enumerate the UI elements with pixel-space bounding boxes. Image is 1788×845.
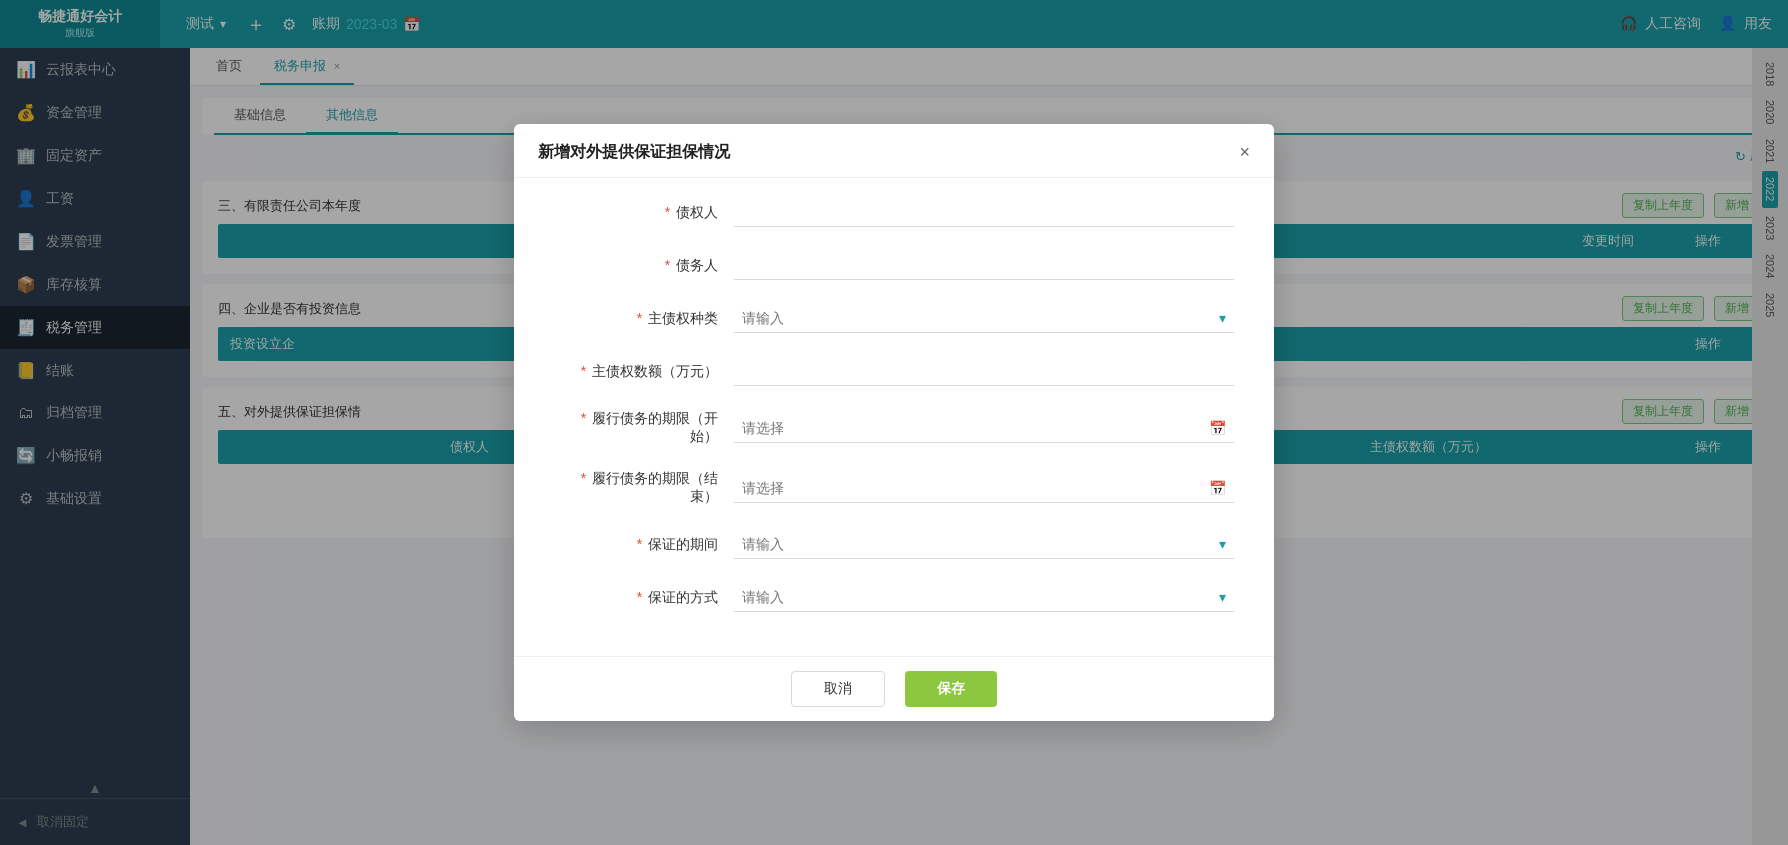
input-zhaiquanren[interactable] bbox=[734, 198, 1234, 227]
modal-body: * 债权人 * 债务人 * bbox=[514, 178, 1274, 656]
modal-dialog: 新增对外提供保证担保情况 × * 债权人 * 债务人 bbox=[514, 124, 1274, 721]
chevron-down-icon-2[interactable]: ▾ bbox=[1219, 536, 1234, 552]
label-zhuzhaiquanzhonglei: * 主债权种类 bbox=[554, 310, 734, 328]
input-wrap-zhuzhaiquanshue bbox=[734, 357, 1234, 386]
date-wrap-end: 📅 bbox=[734, 474, 1234, 503]
input-wrap-zhaiwuren bbox=[734, 251, 1234, 280]
select-zhuzhaiquanzhonglei[interactable] bbox=[734, 304, 1219, 332]
modal-footer: 取消 保存 bbox=[514, 656, 1274, 721]
label-lvxingqixian-start: * 履行债务的期限（开始） bbox=[554, 410, 734, 446]
select-wrap-baozheng-fangshi: ▾ bbox=[734, 583, 1234, 612]
form-row-baozheng-fangshi: * 保证的方式 ▾ bbox=[554, 583, 1234, 612]
modal-title: 新增对外提供保证担保情况 bbox=[538, 142, 730, 163]
input-wrap-zhaiquanren bbox=[734, 198, 1234, 227]
form-row-zhaiquanren: * 债权人 bbox=[554, 198, 1234, 227]
form-row-zhuzhaiquanzhonglei: * 主债权种类 ▾ bbox=[554, 304, 1234, 333]
modal-overlay: 新增对外提供保证担保情况 × * 债权人 * 债务人 bbox=[0, 0, 1788, 845]
label-lvxingqixian-end: * 履行债务的期限（结束） bbox=[554, 470, 734, 506]
label-zhaiwuren: * 债务人 bbox=[554, 257, 734, 275]
chevron-down-icon-3[interactable]: ▾ bbox=[1219, 589, 1234, 605]
select-wrap-baozheng-qijian: ▾ bbox=[734, 530, 1234, 559]
select-baozheng-fangshi[interactable] bbox=[734, 583, 1219, 611]
save-button[interactable]: 保存 bbox=[905, 671, 997, 707]
form-row-zhaiwuren: * 债务人 bbox=[554, 251, 1234, 280]
input-zhuzhaiquanshue[interactable] bbox=[734, 357, 1234, 386]
date-input-end[interactable] bbox=[734, 474, 1209, 502]
form-row-lvxingqixian-start: * 履行债务的期限（开始） 📅 bbox=[554, 410, 1234, 446]
label-baozheng-fangshi: * 保证的方式 bbox=[554, 589, 734, 607]
form-row-zhuzhaiquanshue: * 主债权数额（万元） bbox=[554, 357, 1234, 386]
cancel-button[interactable]: 取消 bbox=[791, 671, 885, 707]
calendar-start-icon[interactable]: 📅 bbox=[1209, 420, 1234, 436]
date-input-start[interactable] bbox=[734, 414, 1209, 442]
select-wrap-zhuzhaiquanzhonglei: ▾ bbox=[734, 304, 1234, 333]
label-zhuzhaiquanshue: * 主债权数额（万元） bbox=[554, 363, 734, 381]
form-row-baozheng-qijian: * 保证的期间 ▾ bbox=[554, 530, 1234, 559]
label-baozheng-qijian: * 保证的期间 bbox=[554, 536, 734, 554]
form-row-lvxingqixian-end: * 履行债务的期限（结束） 📅 bbox=[554, 470, 1234, 506]
label-zhaiquanren: * 债权人 bbox=[554, 204, 734, 222]
date-wrap-start: 📅 bbox=[734, 414, 1234, 443]
calendar-end-icon[interactable]: 📅 bbox=[1209, 480, 1234, 496]
modal-header: 新增对外提供保证担保情况 × bbox=[514, 124, 1274, 178]
input-zhaiwuren[interactable] bbox=[734, 251, 1234, 280]
modal-close-button[interactable]: × bbox=[1239, 142, 1250, 163]
select-baozheng-qijian[interactable] bbox=[734, 530, 1219, 558]
chevron-down-icon[interactable]: ▾ bbox=[1219, 310, 1234, 326]
